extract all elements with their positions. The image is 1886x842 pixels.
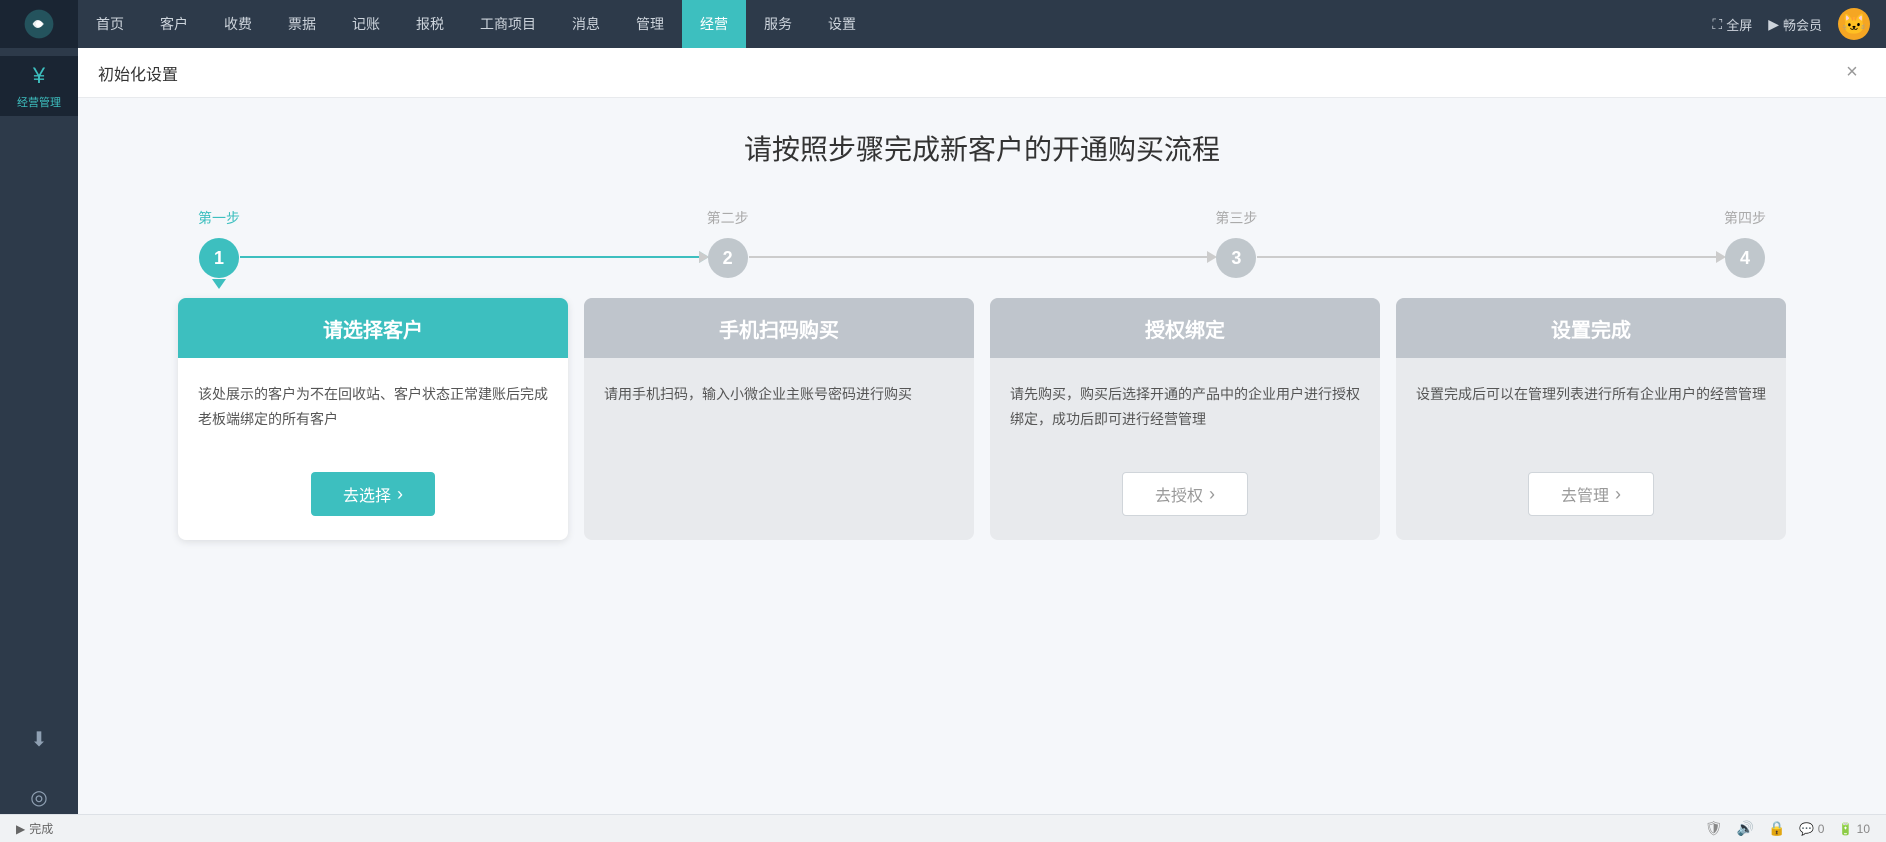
- cards-row: 请选择客户 该处展示的客户为不在回收站、客户状态正常建账后完成老板端绑定的所有客…: [118, 298, 1846, 540]
- card-2-footer: [584, 500, 974, 540]
- yuan-icon: ¥: [25, 62, 53, 90]
- sidebar-bottom: ⬇ ◎: [0, 714, 78, 822]
- main-content: 初始化设置 × 请按照步骤完成新客户的开通购买流程 第一步 1 第二步 2: [78, 48, 1886, 842]
- step-1: 第一步 1: [198, 208, 240, 278]
- battery-icon: 🔋 10: [1838, 822, 1870, 836]
- page-title: 初始化设置: [98, 61, 178, 85]
- step-3-num: 3: [1216, 238, 1256, 278]
- sidebar-item-operation[interactable]: ¥ 经营管理: [0, 56, 78, 116]
- go-manage-arrow: ›: [1615, 484, 1621, 505]
- step-2-num: 2: [708, 238, 748, 278]
- go-authorize-arrow: ›: [1209, 484, 1215, 505]
- nav-logo: [0, 0, 78, 48]
- nav-bill[interactable]: 票据: [270, 0, 334, 48]
- go-manage-button: 去管理 ›: [1528, 472, 1654, 516]
- card-3-body: 请先购买，购买后选择开通的产品中的企业用户进行授权绑定，成功后即可进行经营管理: [990, 358, 1380, 456]
- step-4: 第四步 4: [1724, 208, 1766, 278]
- fullscreen-btn[interactable]: ⛶ 全屏: [1712, 15, 1752, 34]
- top-nav: 首页 客户 收费 票据 记账 报税 工商项目 消息 管理 经营 服务 设置 ⛶ …: [0, 0, 1886, 48]
- nav-items: 首页 客户 收费 票据 记账 报税 工商项目 消息 管理 经营 服务 设置: [78, 0, 1712, 48]
- download-icon: ⬇: [31, 727, 48, 752]
- card-authorize: 授权绑定 请先购买，购买后选择开通的产品中的企业用户进行授权绑定，成功后即可进行…: [990, 298, 1380, 540]
- volume-icon: 🔊: [1737, 820, 1754, 837]
- step-2: 第二步 2: [707, 208, 749, 278]
- page-header: 初始化设置 ×: [78, 48, 1886, 98]
- status-play: ▶ 完成: [16, 820, 53, 837]
- nav-tax[interactable]: 报税: [398, 0, 462, 48]
- close-button[interactable]: ×: [1838, 59, 1866, 87]
- step-3-label: 第三步: [1215, 208, 1257, 228]
- status-right: 🛡 🔊 🔒 💬 0 🔋 10: [1705, 820, 1870, 837]
- user-avatar[interactable]: 🐱: [1838, 8, 1870, 40]
- nav-home[interactable]: 首页: [78, 0, 142, 48]
- connector-3-4: [1257, 256, 1724, 258]
- go-select-button[interactable]: 去选择 ›: [311, 472, 435, 516]
- step-4-label: 第四步: [1724, 208, 1766, 228]
- card-2-header: 手机扫码购买: [584, 298, 974, 358]
- card-1-header: 请选择客户: [178, 298, 568, 358]
- connector-2-3: [749, 256, 1216, 258]
- card-4-header: 设置完成: [1396, 298, 1786, 358]
- lock-icon: 🔒: [1768, 820, 1785, 837]
- nav-account[interactable]: 记账: [334, 0, 398, 48]
- card-scan-purchase: 手机扫码购买 请用手机扫码，输入小微企业主账号密码进行购买: [584, 298, 974, 540]
- shield-icon: 🛡: [1705, 820, 1723, 837]
- play-icon: ▶: [16, 822, 25, 836]
- step-4-num: 4: [1725, 238, 1765, 278]
- status-bar: ▶ 完成 🛡 🔊 🔒 💬 0 🔋 10: [0, 814, 1886, 842]
- nav-fee[interactable]: 收费: [206, 0, 270, 48]
- nav-right: ⛶ 全屏 ▶ 畅会员 🐱: [1712, 8, 1886, 40]
- sidebar-download[interactable]: ⬇: [0, 714, 78, 764]
- sidebar: ¥ 经营管理 ⬇ ◎: [0, 48, 78, 842]
- steps-wrapper: 第一步 1 第二步 2 第三步 3 第四步 4: [118, 208, 1846, 278]
- card-1-body: 该处展示的客户为不在回收站、客户状态正常建账后完成老板端绑定的所有客户: [178, 358, 568, 456]
- step-1-num: 1: [199, 238, 239, 278]
- nav-message[interactable]: 消息: [554, 0, 618, 48]
- nav-service[interactable]: 服务: [746, 0, 810, 48]
- nav-customer[interactable]: 客户: [142, 0, 206, 48]
- setup-area: 请按照步骤完成新客户的开通购买流程 第一步 1 第二步 2 第三步 3: [78, 98, 1886, 842]
- chat-icon: 💬 0: [1799, 822, 1824, 836]
- step-1-label: 第一步: [198, 208, 240, 228]
- nav-operation[interactable]: 经营: [682, 0, 746, 48]
- card-complete: 设置完成 设置完成后可以在管理列表进行所有企业用户的经营管理 去管理 ›: [1396, 298, 1786, 540]
- card-1-footer: 去选择 ›: [178, 456, 568, 540]
- member-btn[interactable]: ▶ 畅会员: [1768, 15, 1822, 34]
- go-select-arrow: ›: [397, 484, 403, 505]
- nav-business[interactable]: 工商项目: [462, 0, 554, 48]
- card-3-header: 授权绑定: [990, 298, 1380, 358]
- step-3: 第三步 3: [1215, 208, 1257, 278]
- status-done-text: 完成: [29, 820, 53, 837]
- go-authorize-button: 去授权 ›: [1122, 472, 1248, 516]
- card-4-footer: 去管理 ›: [1396, 456, 1786, 540]
- support-icon: ◎: [30, 785, 47, 810]
- step-2-label: 第二步: [707, 208, 749, 228]
- nav-manage[interactable]: 管理: [618, 0, 682, 48]
- card-2-body: 请用手机扫码，输入小微企业主账号密码进行购买: [584, 358, 974, 500]
- connector-1-2: [240, 256, 707, 258]
- setup-main-title: 请按照步骤完成新客户的开通购买流程: [118, 128, 1846, 168]
- nav-settings[interactable]: 设置: [810, 0, 874, 48]
- card-4-body: 设置完成后可以在管理列表进行所有企业用户的经营管理: [1396, 358, 1786, 456]
- card-select-customer: 请选择客户 该处展示的客户为不在回收站、客户状态正常建账后完成老板端绑定的所有客…: [178, 298, 568, 540]
- card-3-footer: 去授权 ›: [990, 456, 1380, 540]
